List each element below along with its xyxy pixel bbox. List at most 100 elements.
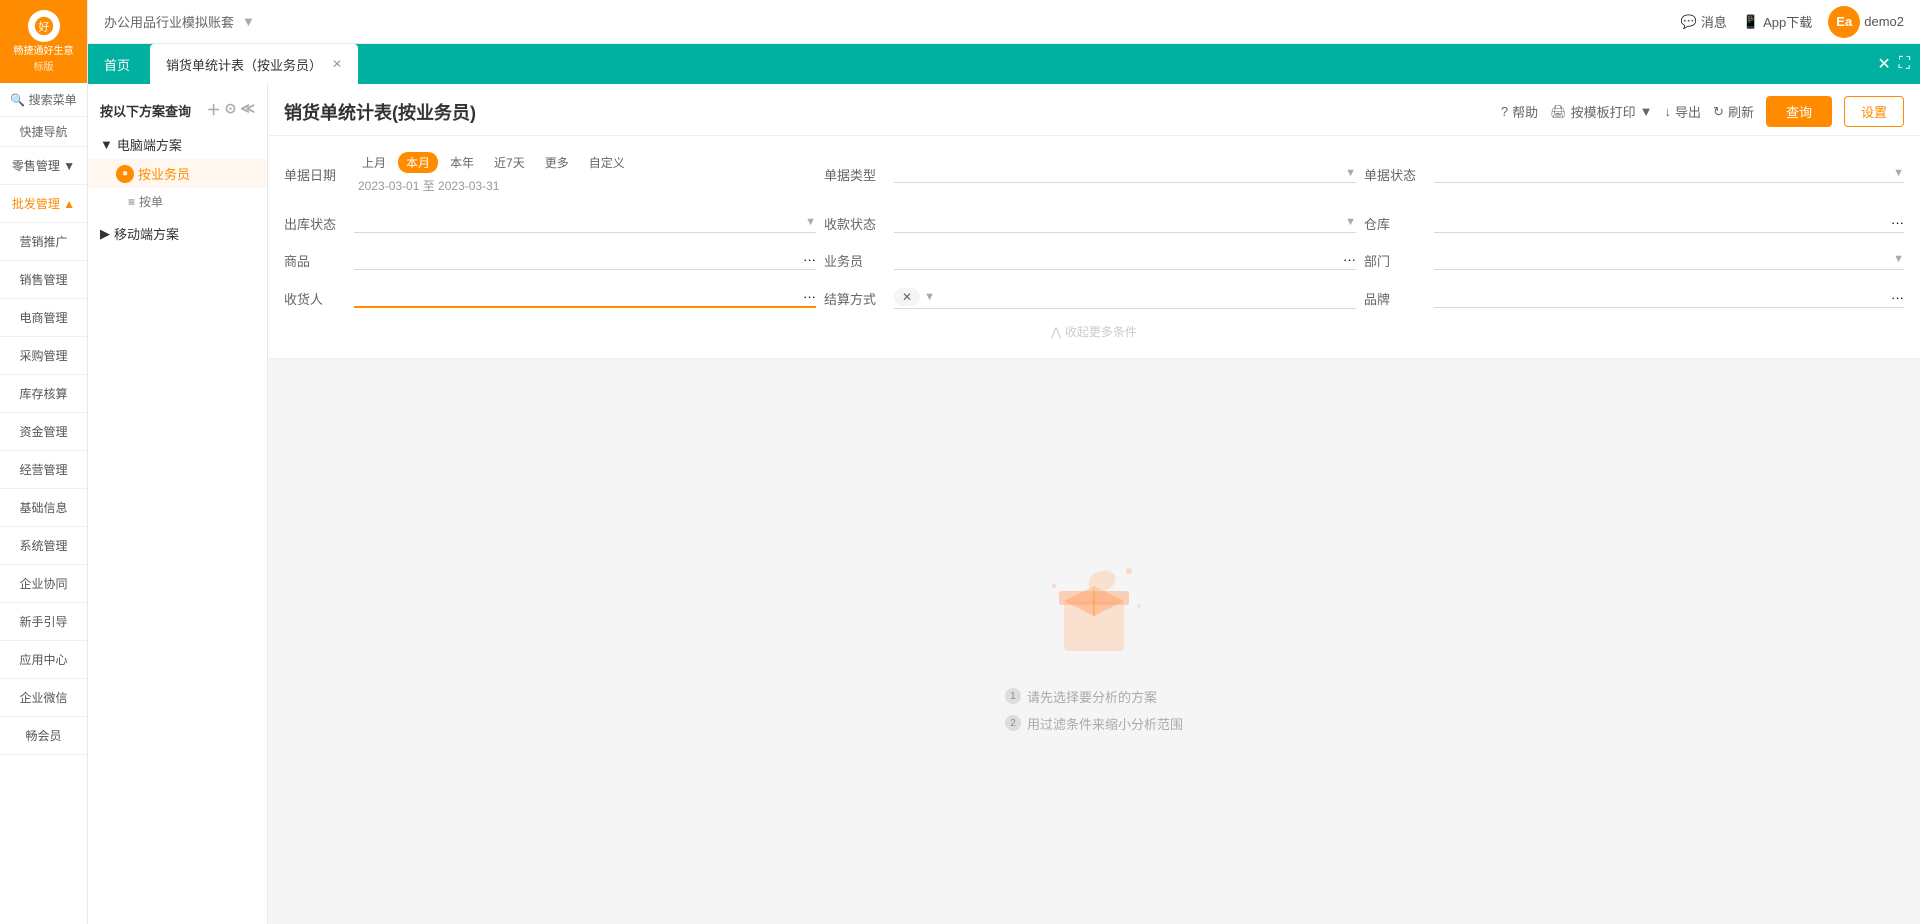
brand-input[interactable]: ··· xyxy=(1434,290,1904,308)
search-menu[interactable]: 🔍 搜索菜单 xyxy=(0,83,87,117)
department-input[interactable]: ▼ xyxy=(1434,252,1904,270)
consignee-input[interactable]: ··· xyxy=(354,289,816,308)
tabbar: 首页 销货单统计表（按业务员） ✕ ✕ ⛶ xyxy=(88,44,1920,84)
tab-close-all-icon[interactable]: ✕ xyxy=(1877,54,1890,74)
product-field[interactable] xyxy=(354,252,799,267)
template-print-btn[interactable]: 🖨 按模板打印 ▼ xyxy=(1550,102,1652,121)
edit-scheme-btn[interactable]: ⊙ xyxy=(225,100,237,120)
date-tab-last-month[interactable]: 上月 xyxy=(354,152,394,173)
salesperson-field[interactable] xyxy=(894,252,1339,267)
doc-status-field[interactable] xyxy=(1434,165,1889,180)
quick-nav[interactable]: 快捷导航 xyxy=(0,117,87,147)
tab-sales-stat[interactable]: 销货单统计表（按业务员） ✕ xyxy=(150,44,358,84)
receipt-status-input[interactable]: ▼ xyxy=(894,215,1356,233)
sidebar-item-sales[interactable]: 销售管理 xyxy=(0,261,87,299)
salesperson-dots[interactable]: ··· xyxy=(1343,252,1356,267)
doc-status-arrow[interactable]: ▼ xyxy=(1893,167,1904,179)
warehouse-status-arrow[interactable]: ▼ xyxy=(805,216,816,228)
sidebar-item-enterprise[interactable]: 企业协同 xyxy=(0,565,87,603)
sidebar-item-apps[interactable]: 应用中心 xyxy=(0,641,87,679)
filter-row-4: 收货人 ··· 结算方式 ✕ ▼ xyxy=(284,284,1904,313)
tab-expand-icon[interactable]: ⛶ xyxy=(1899,55,1910,73)
logo-icon: 好 xyxy=(28,10,60,42)
tree-section-mobile-header[interactable]: ▶ 移动端方案 xyxy=(88,219,267,248)
sidebar-item-wholesale[interactable]: 批发管理 ▲ xyxy=(0,185,87,223)
sidebar-item-inventory[interactable]: 库存核算 xyxy=(0,375,87,413)
print-icon: 🖨 xyxy=(1550,104,1567,120)
warehouse-field[interactable] xyxy=(1434,215,1887,230)
receipt-status-label: 收款状态 xyxy=(824,214,894,233)
filter-area: 单据日期 上月 本月 本年 近7天 更多 自定义 2023-03-01 至 20… xyxy=(268,136,1920,359)
finance-label: 资金管理 xyxy=(19,423,67,440)
hint-num-2: 2 xyxy=(1005,715,1021,731)
sidebar: 好 畅捷通好生意 标版 🔍 搜索菜单 快捷导航 零售管理 ▼ 批发管理 ▲ 营销… xyxy=(0,0,88,924)
payment-method-arrow[interactable]: ▼ xyxy=(924,291,935,303)
sidebar-item-member[interactable]: 畅会员 xyxy=(0,717,87,755)
date-tab-more[interactable]: 更多 xyxy=(537,152,577,173)
payment-method-input[interactable]: ✕ ▼ xyxy=(894,288,1356,309)
sidebar-item-basics[interactable]: 基础信息 xyxy=(0,489,87,527)
sidebar-item-system[interactable]: 系统管理 xyxy=(0,527,87,565)
tab-close-icon[interactable]: ✕ xyxy=(332,57,342,71)
collapse-panel-btn[interactable]: ≪ xyxy=(240,100,255,120)
filter-row-3: 商品 ··· 业务员 ··· 部门 xyxy=(284,247,1904,274)
tree-sub-item-order-label: 按单 xyxy=(139,193,163,210)
date-tab-this-month[interactable]: 本月 xyxy=(398,152,438,173)
department-arrow[interactable]: ▼ xyxy=(1893,253,1904,265)
filter-warehouse-status: 出库状态 ▼ xyxy=(284,210,824,237)
app-download-btn[interactable]: 📱 App下载 xyxy=(1743,12,1812,31)
add-scheme-btn[interactable]: ＋ xyxy=(207,100,221,120)
sidebar-item-retail[interactable]: 零售管理 ▼ xyxy=(0,147,87,185)
department-field[interactable] xyxy=(1434,252,1889,267)
sidebar-item-wechat[interactable]: 企业微信 xyxy=(0,679,87,717)
tree-sub-item-order[interactable]: ≡ 按单 xyxy=(88,188,267,215)
print-dropdown-icon: ▼ xyxy=(1640,104,1653,119)
consignee-field[interactable] xyxy=(354,289,799,304)
sidebar-item-operations[interactable]: 经营管理 xyxy=(0,451,87,489)
query-button[interactable]: 查询 xyxy=(1766,96,1832,127)
export-label: 导出 xyxy=(1675,102,1701,121)
payment-tag-close[interactable]: ✕ xyxy=(902,290,912,304)
settings-button[interactable]: 设置 xyxy=(1844,96,1904,127)
product-input[interactable]: ··· xyxy=(354,252,816,270)
date-tab-this-year[interactable]: 本年 xyxy=(442,152,482,173)
tab-home[interactable]: 首页 xyxy=(88,44,146,84)
account-dropdown-icon[interactable]: ▼ xyxy=(242,14,255,29)
warehouse-input[interactable]: ··· xyxy=(1434,215,1904,233)
consignee-dots[interactable]: ··· xyxy=(803,289,816,304)
filter-payment-method: 结算方式 ✕ ▼ xyxy=(824,284,1364,313)
sidebar-item-purchase[interactable]: 采购管理 xyxy=(0,337,87,375)
help-btn[interactable]: ? 帮助 xyxy=(1501,102,1538,121)
sort-icon: ≡ xyxy=(128,195,135,209)
tree-item-salesperson[interactable]: ● 按业务员 xyxy=(88,159,267,188)
date-tab-custom[interactable]: 自定义 xyxy=(581,152,633,173)
sidebar-item-ecommerce[interactable]: 电商管理 xyxy=(0,299,87,337)
message-btn[interactable]: 💬 消息 xyxy=(1681,12,1727,31)
brand-dots[interactable]: ··· xyxy=(1891,290,1904,305)
sidebar-item-newbie[interactable]: 新手引导 xyxy=(0,603,87,641)
brand-field[interactable] xyxy=(1434,290,1887,305)
refresh-btn[interactable]: ↻ 刷新 xyxy=(1713,102,1754,121)
warehouse-dots[interactable]: ··· xyxy=(1891,215,1904,230)
sidebar-item-finance[interactable]: 资金管理 xyxy=(0,413,87,451)
doc-type-input[interactable]: ▼ xyxy=(894,165,1356,183)
purchase-label: 采购管理 xyxy=(19,347,67,364)
doc-type-field[interactable] xyxy=(894,165,1341,180)
product-dots[interactable]: ··· xyxy=(803,252,816,267)
warehouse-status-input[interactable]: ▼ xyxy=(354,215,816,233)
salesperson-input[interactable]: ··· xyxy=(894,252,1356,270)
receipt-status-field[interactable] xyxy=(894,215,1341,230)
product-label: 商品 xyxy=(284,251,354,270)
date-tab-7days[interactable]: 近7天 xyxy=(486,152,533,173)
user-menu[interactable]: Ea demo2 xyxy=(1828,6,1904,38)
sidebar-item-marketing[interactable]: 营销推广 xyxy=(0,223,87,261)
doc-type-arrow[interactable]: ▼ xyxy=(1345,167,1356,179)
filter-receipt-status: 收款状态 ▼ xyxy=(824,210,1364,237)
warehouse-status-field[interactable] xyxy=(354,215,801,230)
main-area: 办公用品行业模拟账套 ▼ 💬 消息 📱 App下载 Ea demo2 首页 xyxy=(88,0,1920,924)
export-btn[interactable]: ↓ 导出 xyxy=(1665,102,1702,121)
doc-status-input[interactable]: ▼ xyxy=(1434,165,1904,183)
receipt-status-arrow[interactable]: ▼ xyxy=(1345,216,1356,228)
collapse-section[interactable]: ⋀ 收起更多条件 xyxy=(284,317,1904,346)
tree-section-desktop-header[interactable]: ▼ 电脑端方案 xyxy=(88,130,267,159)
